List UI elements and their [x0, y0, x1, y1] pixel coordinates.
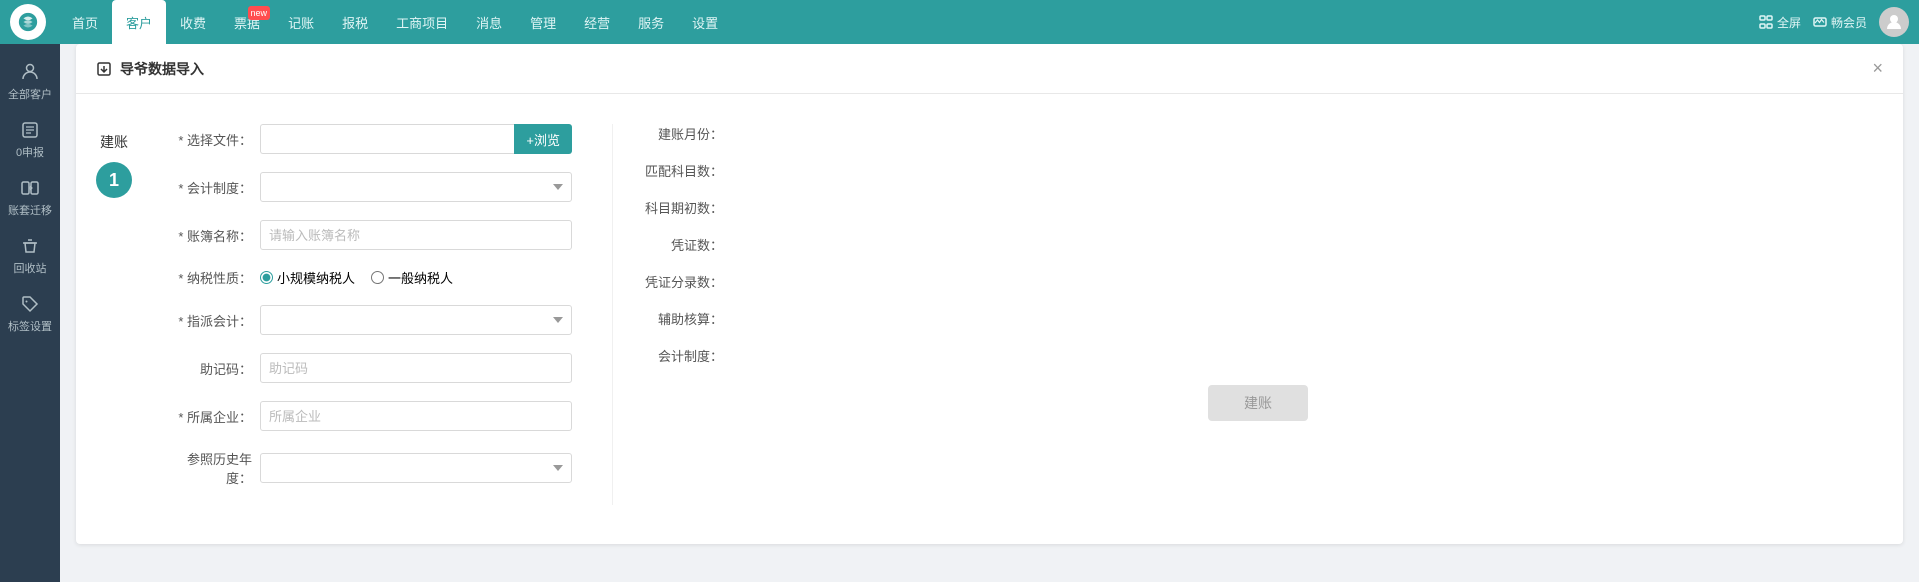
new-badge: new	[248, 6, 271, 20]
build-account-button[interactable]: 建账	[1208, 385, 1308, 421]
nav-operation[interactable]: 经营	[570, 0, 624, 44]
top-navigation: 首页 客户 收费 票据 new 记账 报税 工商项目 消息 管理 经营 服务 设…	[0, 0, 1919, 44]
company-input[interactable]	[260, 401, 572, 431]
file-input-group: +浏览	[260, 124, 572, 154]
accounting-select[interactable]	[260, 172, 572, 202]
month-label: 建账月份：	[633, 124, 723, 143]
migrate-icon	[20, 178, 40, 198]
history-row: 参照历史年度：	[172, 449, 572, 487]
sidebar-item-recycle[interactable]: 回收站	[0, 228, 60, 284]
nav-customer[interactable]: 客户	[112, 0, 166, 44]
tax-row: * 纳税性质： 小规模纳税人 一般纳税人	[172, 268, 572, 287]
nav-settings[interactable]: 设置	[678, 0, 732, 44]
import-icon	[96, 61, 112, 77]
file-input[interactable]	[260, 124, 514, 154]
app-logo[interactable]	[10, 4, 46, 40]
history-label: 参照历史年度：	[172, 449, 252, 487]
aux-label: 辅助核算：	[633, 309, 723, 328]
sidebar-label: 标签设置	[8, 318, 52, 334]
ledger-label: * 账簿名称：	[172, 226, 252, 245]
sidebar-label: 账套迁移	[8, 202, 52, 218]
tax-label: * 纳税性质：	[172, 268, 252, 287]
sidebar-item-declaration[interactable]: 0申报	[0, 112, 60, 168]
accountant-row: * 指派会计：	[172, 305, 572, 335]
form-fields: * 选择文件： +浏览 * 会计制度： * 账簿名称：	[172, 124, 572, 505]
memo-input[interactable]	[260, 353, 572, 383]
tax-general-label: 一般纳税人	[388, 268, 453, 287]
tag-icon	[20, 294, 40, 314]
nav-manage[interactable]: 管理	[516, 0, 570, 44]
voucher-row: 凭证数：	[633, 235, 1883, 254]
file-row: * 选择文件： +浏览	[172, 124, 572, 154]
vip-btn[interactable]: 畅会员	[1813, 14, 1867, 31]
declare-icon	[20, 120, 40, 140]
nav-items: 首页 客户 收费 票据 new 记账 报税 工商项目 消息 管理 经营 服务 设…	[58, 0, 1759, 44]
ledger-row: * 账簿名称：	[172, 220, 572, 250]
nav-right: 全屏 畅会员	[1759, 7, 1909, 37]
accounting-system-label: 会计制度：	[633, 346, 723, 365]
file-label: * 选择文件：	[172, 130, 252, 149]
nav-message[interactable]: 消息	[462, 0, 516, 44]
sidebar-item-migration[interactable]: 账套迁移	[0, 170, 60, 226]
period-row: 科目期初数：	[633, 198, 1883, 217]
sidebar-label: 回收站	[14, 260, 47, 276]
month-row: 建账月份：	[633, 124, 1883, 143]
tax-radio-group: 小规模纳税人 一般纳税人	[260, 268, 572, 287]
fullscreen-btn[interactable]: 全屏	[1759, 14, 1801, 31]
tax-general[interactable]: 一般纳税人	[371, 268, 453, 287]
info-panel: 建账月份： 匹配科目数： 科目期初数： 凭证数： 凭证分录数：	[612, 124, 1883, 505]
nav-business[interactable]: 工商项目	[382, 0, 462, 44]
nav-tax[interactable]: 报税	[328, 0, 382, 44]
form-area: 建账 1 * 选择文件： +浏览 * 会计制度：	[76, 94, 1903, 535]
main-content: 导爷数据导入 × 建账 1 * 选择文件： +浏览	[60, 44, 1919, 582]
nav-service[interactable]: 服务	[624, 0, 678, 44]
avatar[interactable]	[1879, 7, 1909, 37]
sidebar: 全部客户 0申报 账套迁移 回收站 标签设置	[0, 44, 60, 582]
sidebar-item-tags[interactable]: 标签设置	[0, 286, 60, 342]
fullscreen-icon	[1759, 15, 1773, 29]
step-badge: 1	[96, 162, 132, 198]
company-label: * 所属企业：	[172, 407, 252, 426]
close-button[interactable]: ×	[1872, 58, 1883, 79]
step-section: 建账 1	[96, 124, 132, 505]
tax-small[interactable]: 小规模纳税人	[260, 268, 355, 287]
browse-button[interactable]: +浏览	[514, 124, 572, 154]
fullscreen-label: 全屏	[1777, 14, 1801, 31]
accounting-row: * 会计制度：	[172, 172, 572, 202]
accounting-system-row: 会计制度：	[633, 346, 1883, 365]
nav-home[interactable]: 首页	[58, 0, 112, 44]
sidebar-item-all-customers[interactable]: 全部客户	[0, 54, 60, 110]
voucher-label: 凭证数：	[633, 235, 723, 254]
step-label: 建账	[100, 132, 128, 152]
sidebar-label: 0申报	[16, 144, 44, 160]
vip-label: 畅会员	[1831, 14, 1867, 31]
nav-bookkeeping[interactable]: 记账	[274, 0, 328, 44]
dialog-container: 导爷数据导入 × 建账 1 * 选择文件： +浏览	[76, 44, 1903, 544]
dialog-title: 导爷数据导入	[96, 59, 204, 79]
accountant-label: * 指派会计：	[172, 311, 252, 330]
sidebar-label: 全部客户	[8, 86, 52, 102]
tax-small-label: 小规模纳税人	[277, 268, 355, 287]
accounting-label: * 会计制度：	[172, 178, 252, 197]
nav-billing[interactable]: 收费	[166, 0, 220, 44]
memo-label: 助记码：	[172, 359, 252, 378]
vip-icon	[1813, 15, 1827, 29]
voucher-records-row: 凭证分录数：	[633, 272, 1883, 291]
accountant-select[interactable]	[260, 305, 572, 335]
people-icon	[20, 62, 40, 82]
voucher-records-label: 凭证分录数：	[633, 272, 723, 291]
trash-icon	[20, 236, 40, 256]
aux-row: 辅助核算：	[633, 309, 1883, 328]
match-label: 匹配科目数：	[633, 161, 723, 180]
history-select[interactable]	[260, 453, 572, 483]
period-label: 科目期初数：	[633, 198, 723, 217]
memo-row: 助记码：	[172, 353, 572, 383]
ledger-input[interactable]	[260, 220, 572, 250]
nav-invoice[interactable]: 票据 new	[220, 0, 274, 44]
company-row: * 所属企业：	[172, 401, 572, 431]
dialog-header: 导爷数据导入 ×	[76, 44, 1903, 94]
match-row: 匹配科目数：	[633, 161, 1883, 180]
